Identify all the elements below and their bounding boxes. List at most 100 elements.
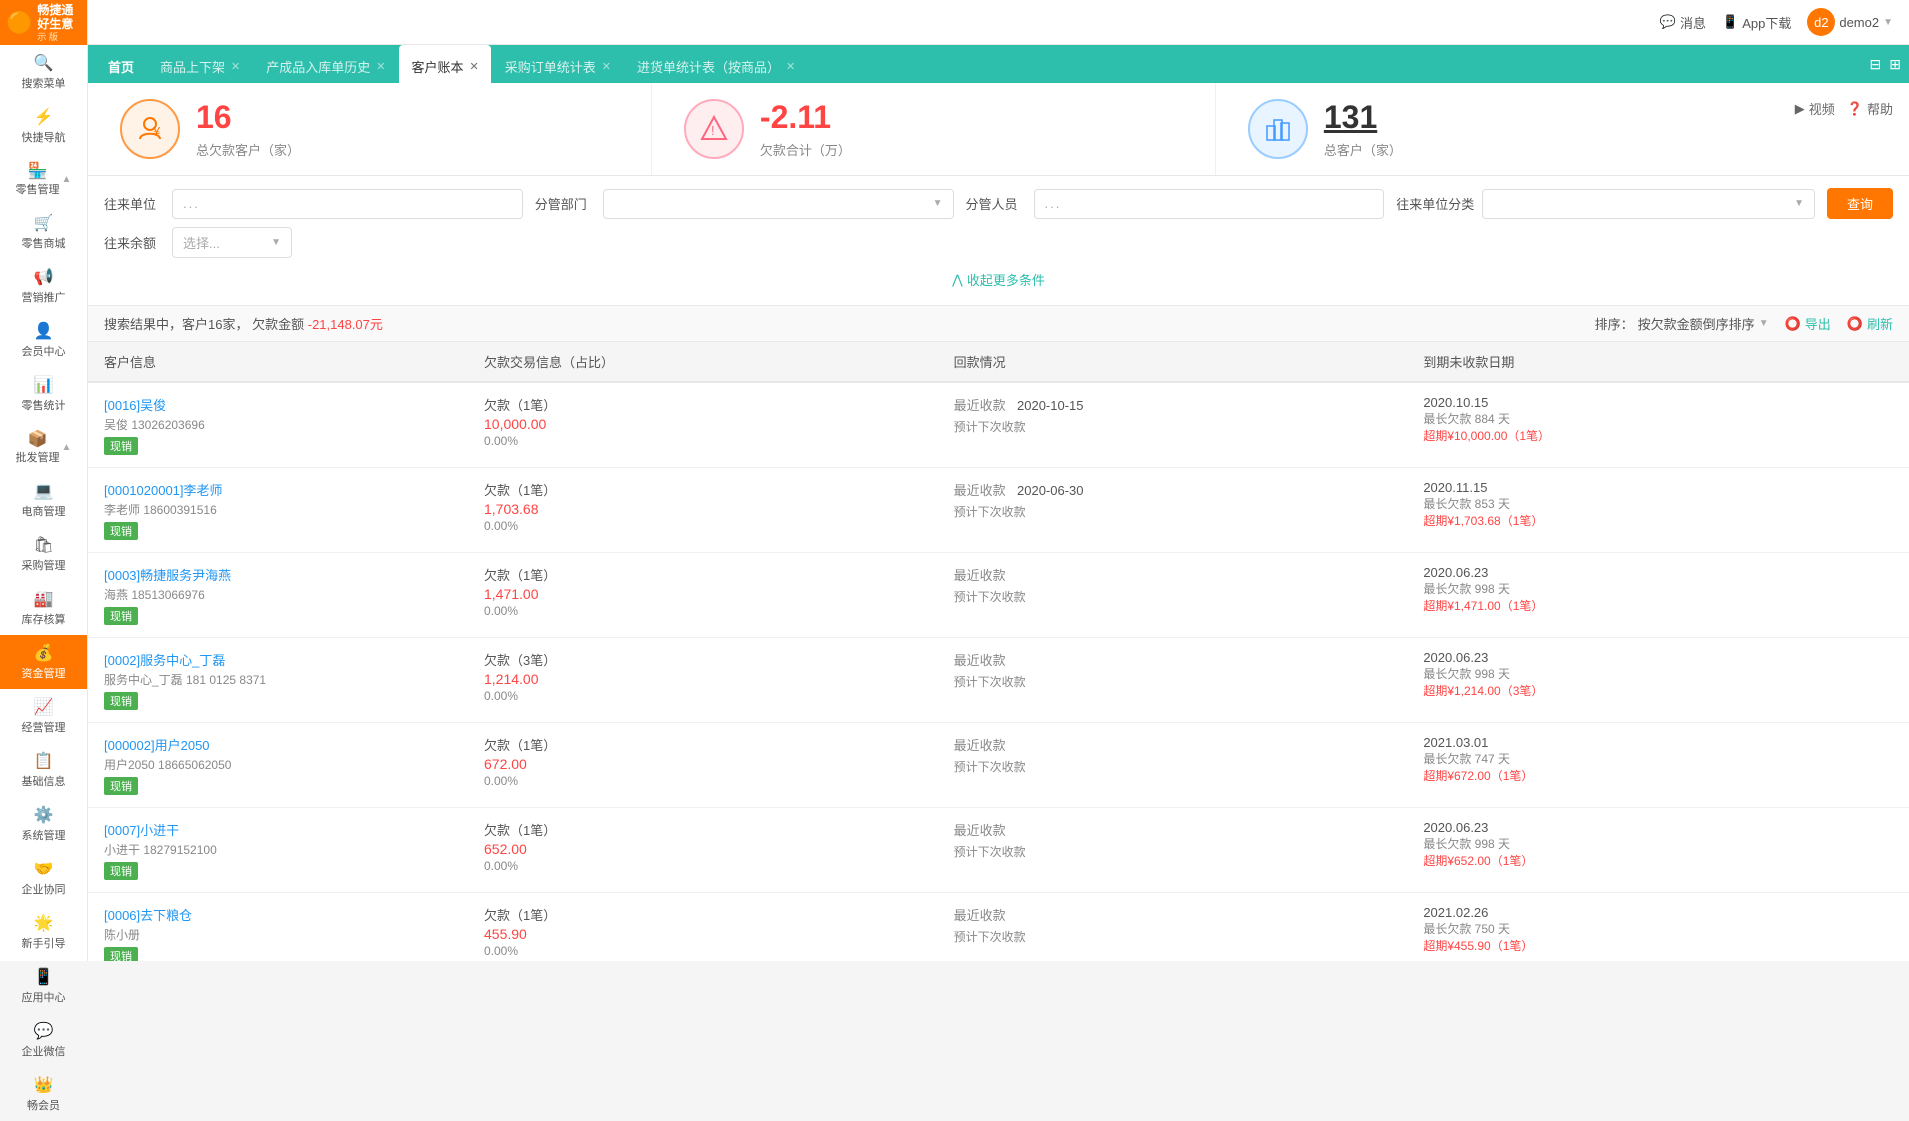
customer-name-5[interactable]: [0007]小进干 — [104, 820, 484, 839]
debt-count-6: 欠款（1笔） — [484, 905, 954, 924]
sidebar-item-newbie[interactable]: 🌟 新手引导 — [0, 905, 87, 959]
next-label-0: 预计下次收款 — [954, 418, 1424, 435]
member-icon: 👤 — [34, 321, 54, 341]
sidebar-item-inventory[interactable]: 🏭 库存核算 — [0, 581, 87, 635]
tab-inbound-stats-label: 进货单统计表（按商品） — [637, 57, 780, 76]
user-menu[interactable]: d2 demo2 ▼ — [1807, 8, 1893, 36]
export-icon: ⭕ — [1785, 316, 1801, 332]
person-input[interactable]: ... — [1034, 189, 1385, 219]
collapse-button[interactable]: ⋀ 收起更多条件 — [104, 266, 1893, 293]
sidebar-item-batch-mgmt[interactable]: 📦 批发管理 ▲ — [0, 421, 87, 473]
sidebar-item-quick-nav[interactable]: ⚡ 快捷导航 — [0, 99, 87, 153]
sidebar-item-app-center[interactable]: 📱 应用中心 — [0, 959, 87, 1013]
due-overdue-4[interactable]: 超期¥672.00（1笔） — [1423, 767, 1893, 784]
debt-count-4: 欠款（1笔） — [484, 735, 954, 754]
retail-mall-icon: 🛒 — [34, 213, 54, 233]
customer-name-6[interactable]: [0006]去下粮仓 — [104, 905, 484, 924]
sidebar-item-retail-stats[interactable]: 📊 零售统计 — [0, 367, 87, 421]
customer-name-2[interactable]: [0003]畅捷服务尹海燕 — [104, 565, 484, 584]
sidebar-enterprise-coop-label: 企业协同 — [22, 881, 66, 897]
sort-selector[interactable]: 排序： 按欠款金额倒序排序 ▼ — [1595, 314, 1769, 333]
sidebar-item-enterprise-coop[interactable]: 🤝 企业协同 — [0, 851, 87, 905]
debt-percent-3: 0.00% — [484, 689, 954, 703]
tab-bar-actions: ⊟ ⊞ — [1870, 45, 1901, 83]
next-label-4: 预计下次收款 — [954, 758, 1424, 775]
refresh-button[interactable]: ⭕ 刷新 — [1847, 314, 1893, 333]
due-overdue-2[interactable]: 超期¥1,471.00（1笔） — [1423, 597, 1893, 614]
customer-name-3[interactable]: [0002]服务中心_丁磊 — [104, 650, 484, 669]
customer-name-4[interactable]: [000002]用户2050 — [104, 735, 484, 754]
unit-category-select[interactable]: ▼ — [1482, 189, 1815, 219]
table-row: [000002]用户2050 用户2050 18665062050 现销 欠款（… — [88, 723, 1909, 808]
sidebar-item-member-plus[interactable]: 👑 畅会员 — [0, 1067, 87, 1121]
sidebar-item-purchase[interactable]: 🛍 采购管理 — [0, 527, 87, 581]
video-label: 视频 — [1809, 99, 1835, 118]
customer-contact-3: 服务中心_丁磊 181 0125 8371 — [104, 671, 484, 688]
filter-area: 往来单位 ... 分管部门 ▼ 分管人员 — [88, 176, 1909, 306]
sidebar-item-operations[interactable]: 📈 经营管理 — [0, 689, 87, 743]
due-overdue-0[interactable]: 超期¥10,000.00（1笔） — [1423, 427, 1893, 444]
search-button[interactable]: 查询 — [1827, 188, 1893, 219]
tab-close-product-history[interactable]: ✕ — [376, 60, 385, 73]
tab-product-history[interactable]: 产成品入库单历史 ✕ — [254, 49, 397, 83]
tab-home[interactable]: 首页 — [96, 49, 146, 83]
marketing-icon: 📢 — [34, 267, 54, 287]
due-days-4: 最长欠款 747 天 — [1423, 750, 1893, 767]
quick-nav-icon: ⚡ — [34, 107, 54, 127]
customer-info-cell: [0006]去下粮仓 陈小册 现销 — [104, 905, 484, 961]
sidebar-batch-mgmt-label: 批发管理 — [16, 449, 60, 465]
stat-debt-total: ! -2.11 欠款合计（万） — [652, 83, 1216, 175]
due-overdue-5[interactable]: 超期¥652.00（1笔） — [1423, 852, 1893, 869]
table-row: [0016]吴俊 吴俊 13026203696 现销 欠款（1笔） 10,000… — [88, 383, 1909, 468]
tab-close-inbound-stats[interactable]: ✕ — [786, 60, 795, 73]
tab-inbound-stats[interactable]: 进货单统计表（按商品） ✕ — [625, 49, 807, 83]
customer-contact-5: 小进干 18279152100 — [104, 841, 484, 858]
balance-select[interactable]: 选择... ▼ — [172, 227, 292, 258]
tab-products-offline[interactable]: 商品上下架 ✕ — [148, 49, 252, 83]
source-unit-dots: ... — [183, 196, 200, 211]
due-overdue-3[interactable]: 超期¥1,214.00（3笔） — [1423, 682, 1893, 699]
sidebar-item-retail-mall[interactable]: 🛒 零售商城 — [0, 205, 87, 259]
export-button[interactable]: ⭕ 导出 — [1785, 314, 1831, 333]
sidebar-item-enterprise-wechat[interactable]: 💬 企业微信 — [0, 1013, 87, 1067]
tab-close-customer-account[interactable]: ✕ — [470, 60, 479, 73]
debt-amount-2: 1,471.00 — [484, 586, 954, 602]
customer-name-1[interactable]: [0001020001]李老师 — [104, 480, 484, 499]
tab-minimize-icon[interactable]: ⊟ — [1870, 56, 1882, 73]
filter-source-unit-label: 往来单位 — [104, 194, 164, 213]
source-unit-input[interactable]: ... — [172, 189, 523, 219]
tab-close-purchase-summary[interactable]: ✕ — [602, 60, 611, 73]
app-download-button[interactable]: 📱 App下载 — [1722, 13, 1791, 32]
due-overdue-1[interactable]: 超期¥1,703.68（1笔） — [1423, 512, 1893, 529]
payment-cell-3: 最近收款 预计下次收款 — [954, 650, 1424, 690]
sidebar-basics-label: 基础信息 — [22, 773, 66, 789]
sidebar-item-retail-mgmt[interactable]: 🏪 零售管理 ▲ — [0, 153, 87, 205]
sidebar-marketing-label: 营销推广 — [22, 289, 66, 305]
dept-select[interactable]: ▼ — [603, 189, 954, 219]
payment-cell-0: 最近收款 2020-10-15 预计下次收款 — [954, 395, 1424, 435]
sidebar-item-system[interactable]: ⚙️ 系统管理 — [0, 797, 87, 851]
tab-customer-account[interactable]: 客户账本 ✕ — [399, 45, 490, 83]
debt-count-5: 欠款（1笔） — [484, 820, 954, 839]
sidebar-quick-nav-label: 快捷导航 — [22, 129, 66, 145]
sidebar-item-search[interactable]: 🔍 搜索菜单 — [0, 45, 87, 99]
purchase-icon: 🛍 — [33, 535, 53, 555]
customer-name-0[interactable]: [0016]吴俊 — [104, 395, 484, 414]
tab-maximize-icon[interactable]: ⊞ — [1889, 56, 1901, 73]
search-icon: 🔍 — [34, 53, 54, 73]
sidebar-item-ecommerce[interactable]: 💻 电商管理 — [0, 473, 87, 527]
tab-close-products-offline[interactable]: ✕ — [231, 60, 240, 73]
help-button[interactable]: ❓ 帮助 — [1847, 99, 1893, 118]
sidebar-item-basics[interactable]: 📋 基础信息 — [0, 743, 87, 797]
video-button[interactable]: ▶ 视频 — [1795, 99, 1835, 118]
sidebar-item-member[interactable]: 👤 会员中心 — [0, 313, 87, 367]
sidebar-newbie-label: 新手引导 — [22, 935, 66, 951]
due-overdue-6[interactable]: 超期¥455.90（1笔） — [1423, 937, 1893, 954]
sidebar-item-finance[interactable]: 💰 资金管理 — [0, 635, 87, 689]
tab-purchase-summary[interactable]: 采购订单统计表 ✕ — [493, 49, 623, 83]
filter-balance: 往来余额 选择... ▼ — [104, 227, 292, 258]
tab-customer-account-label: 客户账本 — [411, 57, 463, 76]
message-button[interactable]: 💬 消息 — [1660, 13, 1706, 32]
filter-dept: 分管部门 ▼ — [535, 189, 954, 219]
sidebar-item-marketing[interactable]: 📢 营销推广 — [0, 259, 87, 313]
